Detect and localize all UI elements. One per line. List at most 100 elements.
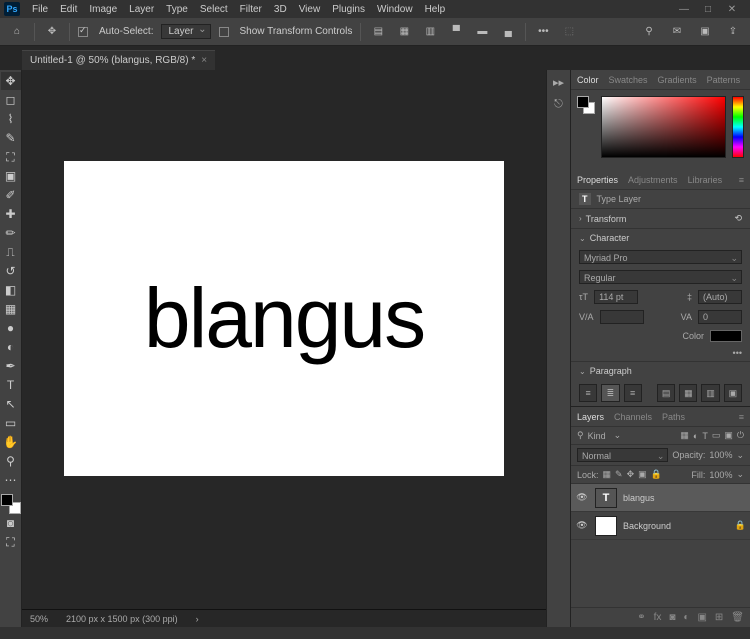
justify-right-button[interactable]: ▥ [701,384,719,402]
tab-color[interactable]: Color [577,75,599,85]
menu-layer[interactable]: Layer [123,2,160,17]
home-icon[interactable]: ⌂ [8,23,26,41]
menu-select[interactable]: Select [194,2,234,17]
font-size-input[interactable]: 114 pt [594,290,638,304]
foreground-swatch[interactable] [1,494,13,506]
minimize-button[interactable]: — [678,3,690,15]
color-swatches[interactable] [1,494,21,514]
blur-tool[interactable]: ● [1,319,21,337]
layer-mask-icon[interactable]: ◙ [669,612,675,623]
history-brush-tool[interactable]: ↺ [1,262,21,280]
type-tool[interactable]: T [1,376,21,394]
align-top-icon[interactable]: ▀ [447,23,465,41]
3d-mode-icon[interactable]: ⬚ [560,23,578,41]
canvas[interactable]: blangus [64,161,504,476]
filter-pixel-icon[interactable]: ▦ [680,430,689,441]
canvas-text-layer[interactable]: blangus [144,270,424,367]
kerning-input[interactable] [600,310,644,324]
menu-plugins[interactable]: Plugins [326,2,371,17]
transform-section[interactable]: › Transform ⟲ [571,208,750,228]
character-section[interactable]: ⌄ Character [571,228,750,247]
opacity-value[interactable]: 100% [709,450,732,460]
align-left-button[interactable]: ≡ [579,384,597,402]
group-icon[interactable]: ▣ [697,612,706,623]
filter-toggle[interactable]: ⏻ [737,430,744,441]
gradient-tool[interactable]: ▦ [1,300,21,318]
hand-tool[interactable]: ✋ [1,433,21,451]
edit-toolbar[interactable]: ⋯ [1,471,21,489]
color-field[interactable] [601,96,726,158]
menu-3d[interactable]: 3D [268,2,293,17]
paragraph-section[interactable]: ⌄ Paragraph [571,361,750,380]
more-icon[interactable]: ••• [534,23,552,41]
brush-tool[interactable]: ✏ [1,224,21,242]
frame-tool[interactable]: ▣ [1,167,21,185]
menu-type[interactable]: Type [160,2,194,17]
auto-select-mode[interactable]: Layer [161,24,210,39]
reset-icon[interactable]: ⟲ [734,213,742,224]
lock-artboard-icon[interactable]: ▣ [638,469,647,480]
more-options-icon[interactable]: ••• [733,348,742,358]
align-middle-icon[interactable]: ▬ [473,23,491,41]
tab-layers[interactable]: Layers [577,412,604,422]
leading-input[interactable]: (Auto) [698,290,742,304]
transform-checkbox[interactable] [219,27,229,37]
lock-position-icon[interactable]: ✎ [615,469,623,480]
delete-layer-icon[interactable]: 🗑 [731,612,744,623]
search-icon[interactable]: ⚲ [640,23,658,41]
filter-smart-icon[interactable]: ▣ [724,430,733,441]
path-tool[interactable]: ↖ [1,395,21,413]
tab-swatches[interactable]: Swatches [609,75,648,85]
tab-channels[interactable]: Channels [614,412,652,422]
quick-select-tool[interactable]: ✎ [1,129,21,147]
lock-pixels-icon[interactable]: ▦ [603,469,612,480]
hue-slider[interactable] [732,96,744,158]
lock-all-icon[interactable]: 🔒 [651,469,662,480]
filter-adjust-icon[interactable]: ◐ [693,431,698,441]
layers-panel-menu-icon[interactable]: ≡ [739,412,744,422]
layer-name[interactable]: Background [623,521,671,531]
quickmask-tool[interactable]: ◙ [1,514,21,532]
filter-shape-icon[interactable]: ▭ [712,430,721,441]
justify-all-button[interactable]: ▣ [724,384,742,402]
visibility-toggle[interactable]: 👁 [575,492,589,503]
tab-libraries[interactable]: Libraries [688,175,723,185]
eraser-tool[interactable]: ◧ [1,281,21,299]
align-center-button[interactable]: ≣ [601,384,619,402]
healing-tool[interactable]: ✚ [1,205,21,223]
move-tool-icon[interactable]: ✥ [43,23,61,41]
properties-panel-menu-icon[interactable]: ≡ [739,175,744,185]
link-layers-icon[interactable]: ⚭ [637,612,645,623]
eyedropper-tool[interactable]: ✐ [1,186,21,204]
document-tab[interactable]: Untitled-1 @ 50% (blangus, RGB/8) * × [22,50,215,70]
align-left-icon[interactable]: ▤ [369,23,387,41]
tab-paths[interactable]: Paths [662,412,685,422]
layer-fx-icon[interactable]: fx [654,612,662,623]
menu-filter[interactable]: Filter [234,2,268,17]
tab-properties[interactable]: Properties [577,175,618,185]
canvas-area[interactable]: blangus 50% 2100 px x 1500 px (300 ppi) … [22,70,546,627]
lasso-tool[interactable]: ⌇ [1,110,21,128]
dock-history-icon[interactable]: ⎋ [551,96,567,112]
tracking-input[interactable]: 0 [698,310,742,324]
blend-mode-select[interactable]: Normal [577,448,668,462]
justify-center-button[interactable]: ▦ [679,384,697,402]
menu-edit[interactable]: Edit [54,2,83,17]
justify-left-button[interactable]: ▤ [657,384,675,402]
adjustment-layer-icon[interactable]: ◐ [683,612,689,623]
dock-expand-icon[interactable]: ▸▸ [551,74,567,90]
workspace-icon[interactable]: ▣ [696,23,714,41]
clone-tool[interactable]: ⎍ [1,243,21,261]
auto-select-checkbox[interactable] [78,27,88,37]
shape-tool[interactable]: ▭ [1,414,21,432]
layer-thumbnail[interactable]: T [595,488,617,508]
align-right-icon[interactable]: ▥ [421,23,439,41]
status-chevron-icon[interactable]: › [196,614,199,624]
marquee-tool[interactable]: ◻ [1,91,21,109]
zoom-level[interactable]: 50% [30,614,48,624]
layer-row[interactable]: 👁 Background 🔒 [571,512,750,540]
menu-window[interactable]: Window [371,2,419,17]
tab-patterns[interactable]: Patterns [707,75,741,85]
font-weight-select[interactable]: Regular [579,270,742,284]
new-layer-icon[interactable]: ⊞ [715,612,723,623]
